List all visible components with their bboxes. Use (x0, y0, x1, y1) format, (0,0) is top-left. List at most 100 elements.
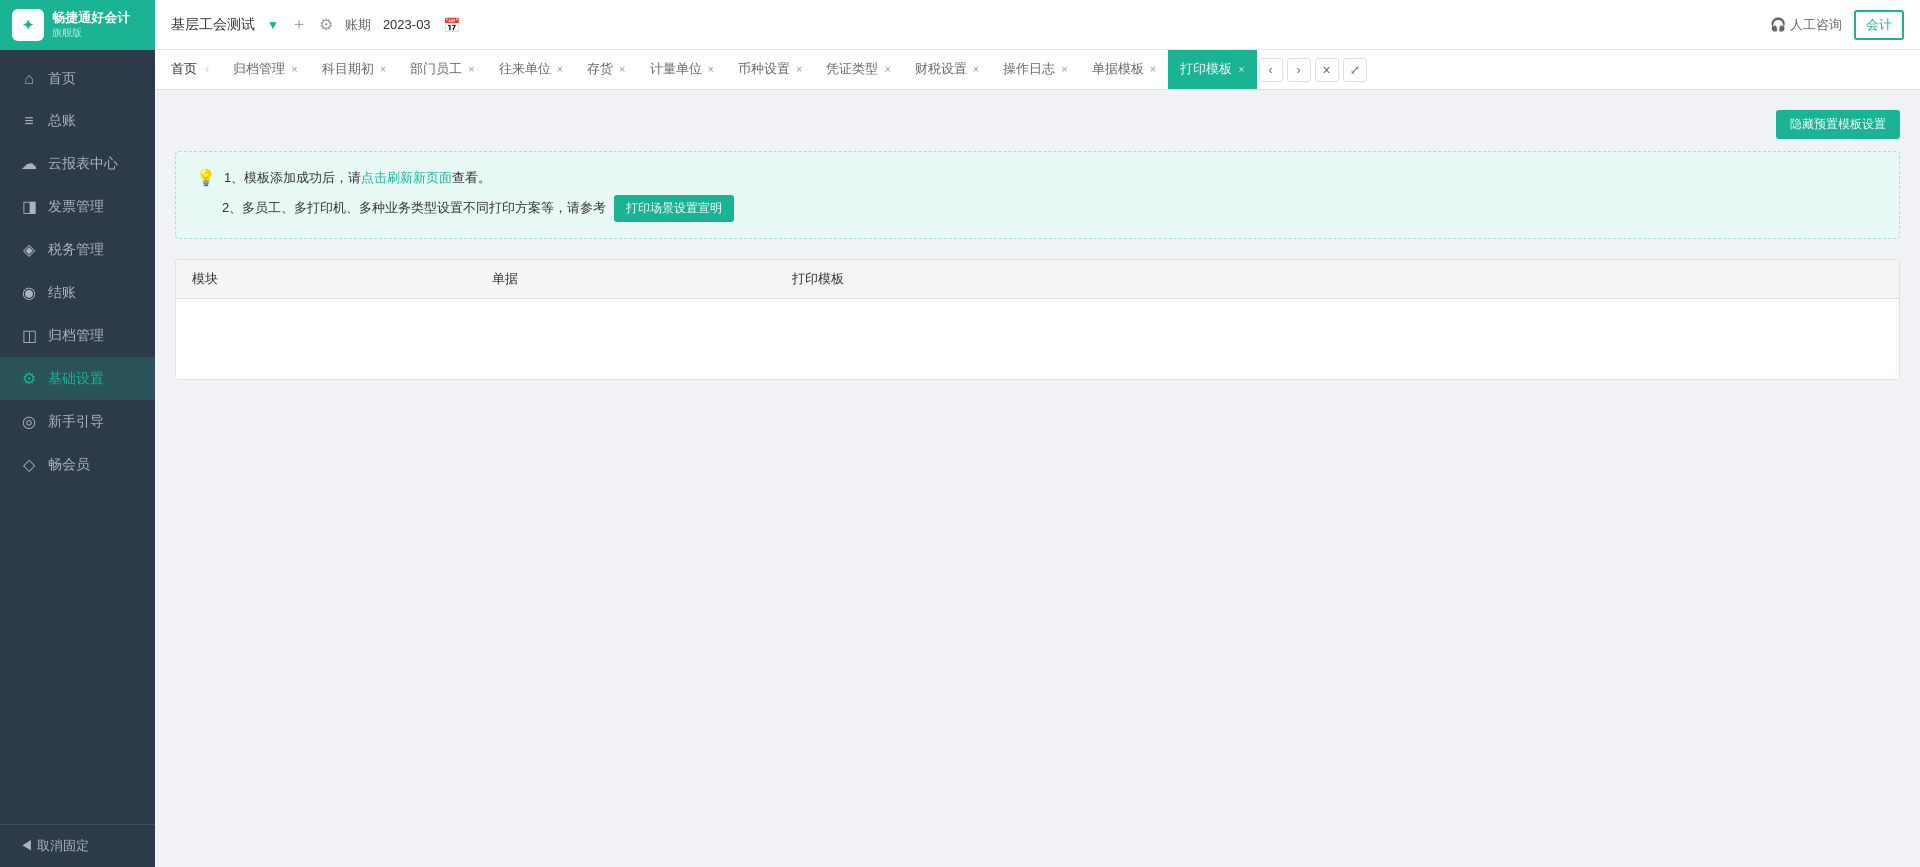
table-header: 模块 单据 打印模板 (176, 260, 1899, 299)
tab-home-label: 首页 (171, 60, 197, 78)
ai-service-button[interactable]: 🎧 人工咨询 (1770, 16, 1842, 34)
tab-tax-settings[interactable]: 财税设置 × (903, 50, 991, 90)
tab-home[interactable]: 首页 ‹ (159, 50, 221, 90)
tab-single-form-label: 单据模板 (1092, 60, 1144, 78)
col-form: 单据 (492, 270, 792, 288)
company-settings-icon[interactable]: ⚙ (319, 15, 333, 34)
tab-counterpart[interactable]: 往来单位 × (487, 50, 575, 90)
sidebar-item-archive[interactable]: ◫ 归档管理 (0, 314, 155, 357)
sidebar-label-ledger: 总账 (48, 112, 76, 130)
sidebar-item-invoices[interactable]: ◨ 发票管理 (0, 185, 155, 228)
sidebar-item-guide[interactable]: ◎ 新手引导 (0, 400, 155, 443)
member-icon: ◇ (20, 455, 38, 474)
sidebar-item-home[interactable]: ⌂ 首页 (0, 58, 155, 100)
tab-departments[interactable]: 部门员工 × (398, 50, 486, 90)
tab-operation-log[interactable]: 操作日志 × (991, 50, 1079, 90)
tab-operation-log-close[interactable]: × (1061, 63, 1067, 75)
logo-text-group: 畅捷通好会计 旗舰版 (52, 10, 130, 40)
tab-unit-label: 计量单位 (650, 60, 702, 78)
tab-counterpart-label: 往来单位 (499, 60, 551, 78)
sidebar-item-reports[interactable]: ☁ 云报表中心 (0, 142, 155, 185)
tab-print-template-label: 打印模板 (1180, 60, 1232, 78)
sidebar-label-basic-settings: 基础设置 (48, 370, 104, 388)
tab-close-all-button[interactable]: × (1315, 58, 1339, 82)
company-name: 基层工会测试 (171, 16, 255, 34)
tab-voucher-type-close[interactable]: × (884, 63, 890, 75)
col-module: 模块 (192, 270, 492, 288)
tab-subjects-close[interactable]: × (380, 63, 386, 75)
settings-icon: ⚙ (20, 369, 38, 388)
info-text-2: 2、多员工、多打印机、多种业务类型设置不同打印方案等，请参考 打印场景设置宣明 (222, 195, 734, 222)
sidebar-label-guide: 新手引导 (48, 413, 104, 431)
tab-operation-log-label: 操作日志 (1003, 60, 1055, 78)
refresh-link[interactable]: 点击刷新新页面 (361, 170, 452, 185)
topbar-right: 🎧 人工咨询 会计 (1770, 10, 1904, 40)
ai-service-label: 人工咨询 (1790, 16, 1842, 34)
sidebar-label-home: 首页 (48, 70, 76, 88)
tab-counterpart-close[interactable]: × (557, 63, 563, 75)
app-edition: 旗舰版 (52, 26, 130, 40)
tab-inventory-label: 存货 (587, 60, 613, 78)
tab-voucher-type[interactable]: 凭证类型 × (814, 50, 902, 90)
period-value: 2023-03 (383, 17, 431, 32)
add-company-icon[interactable]: ＋ (291, 14, 307, 35)
home-icon: ⌂ (20, 70, 38, 88)
invoice-icon: ◨ (20, 197, 38, 216)
info-box: 💡 1、模板添加成功后，请点击刷新新页面查看。 2、多员工、多打印机、多种业务类… (175, 151, 1900, 239)
reports-icon: ☁ (20, 154, 38, 173)
hide-preview-button[interactable]: 隐藏预置模板设置 (1776, 110, 1900, 139)
table-body (176, 299, 1899, 379)
tab-single-form-close[interactable]: × (1150, 63, 1156, 75)
tab-unit[interactable]: 计量单位 × (638, 50, 726, 90)
tab-expand-button[interactable]: ⤢ (1343, 58, 1367, 82)
tax-icon: ◈ (20, 240, 38, 259)
tab-unit-close[interactable]: × (708, 63, 714, 75)
info-text-1: 1、模板添加成功后，请点击刷新新页面查看。 (224, 169, 491, 187)
info-row-1: 💡 1、模板添加成功后，请点击刷新新页面查看。 (196, 168, 1879, 187)
info-row-2: 2、多员工、多打印机、多种业务类型设置不同打印方案等，请参考 打印场景设置宣明 (196, 195, 1879, 222)
tab-currency-close[interactable]: × (796, 63, 802, 75)
sidebar-item-member[interactable]: ◇ 畅会员 (0, 443, 155, 486)
headset-icon: 🎧 (1770, 17, 1786, 32)
tab-archive-mgmt[interactable]: 归档管理 × (221, 50, 309, 90)
tab-subjects[interactable]: 科目期初 × (310, 50, 398, 90)
tab-single-form[interactable]: 单据模板 × (1080, 50, 1168, 90)
topbar: 基层工会测试 ▼ ＋ ⚙ 账期 2023-03 📅 🎧 人工咨询 会计 (155, 0, 1920, 50)
tab-departments-label: 部门员工 (410, 60, 462, 78)
tab-inventory-close[interactable]: × (619, 63, 625, 75)
calendar-icon[interactable]: 📅 (443, 17, 460, 33)
tab-next-button[interactable]: › (1287, 58, 1311, 82)
sidebar-item-general-ledger[interactable]: ≡ 总账 (0, 100, 155, 142)
tab-home-separator: ‹ (205, 61, 209, 76)
unpin-button[interactable]: ◀ 取消固定 (0, 824, 155, 867)
unpin-label: ◀ 取消固定 (20, 837, 89, 855)
sidebar-logo: ✦ 畅捷通好会计 旗舰版 (0, 0, 155, 50)
tab-departments-close[interactable]: × (468, 63, 474, 75)
period-label: 账期 (345, 16, 371, 34)
kuaiji-button[interactable]: 会计 (1854, 10, 1904, 40)
ledger-icon: ≡ (20, 112, 38, 130)
sidebar: ✦ 畅捷通好会计 旗舰版 ⌂ 首页 ≡ 总账 ☁ 云报表中心 ◨ 发票管理 ◈ … (0, 0, 155, 867)
tab-voucher-type-label: 凭证类型 (826, 60, 878, 78)
main-area: 基层工会测试 ▼ ＋ ⚙ 账期 2023-03 📅 🎧 人工咨询 会计 首页 ‹… (155, 0, 1920, 867)
sidebar-item-tax[interactable]: ◈ 税务管理 (0, 228, 155, 271)
tab-archive-mgmt-label: 归档管理 (233, 60, 285, 78)
tab-print-template-close[interactable]: × (1238, 63, 1244, 75)
tab-currency[interactable]: 币种设置 × (726, 50, 814, 90)
sidebar-item-settlement[interactable]: ◉ 结账 (0, 271, 155, 314)
guide-icon: ◎ (20, 412, 38, 431)
sidebar-label-invoices: 发票管理 (48, 198, 104, 216)
tab-prev-button[interactable]: ‹ (1259, 58, 1283, 82)
hide-preview-container: 隐藏预置模板设置 (175, 110, 1900, 139)
sidebar-item-basic-settings[interactable]: ⚙ 基础设置 (0, 357, 155, 400)
print-scene-button[interactable]: 打印场景设置宣明 (614, 195, 734, 222)
print-template-table: 模块 单据 打印模板 (175, 259, 1900, 380)
tab-tax-settings-close[interactable]: × (973, 63, 979, 75)
logo-icon: ✦ (12, 9, 44, 41)
tabbar: 首页 ‹ 归档管理 × 科目期初 × 部门员工 × 往来单位 × 存货 × 计量… (155, 50, 1920, 90)
sidebar-label-archive: 归档管理 (48, 327, 104, 345)
tab-inventory[interactable]: 存货 × (575, 50, 637, 90)
tab-archive-mgmt-close[interactable]: × (291, 63, 297, 75)
tab-print-template[interactable]: 打印模板 × (1168, 50, 1256, 90)
company-dropdown-icon[interactable]: ▼ (267, 18, 279, 32)
